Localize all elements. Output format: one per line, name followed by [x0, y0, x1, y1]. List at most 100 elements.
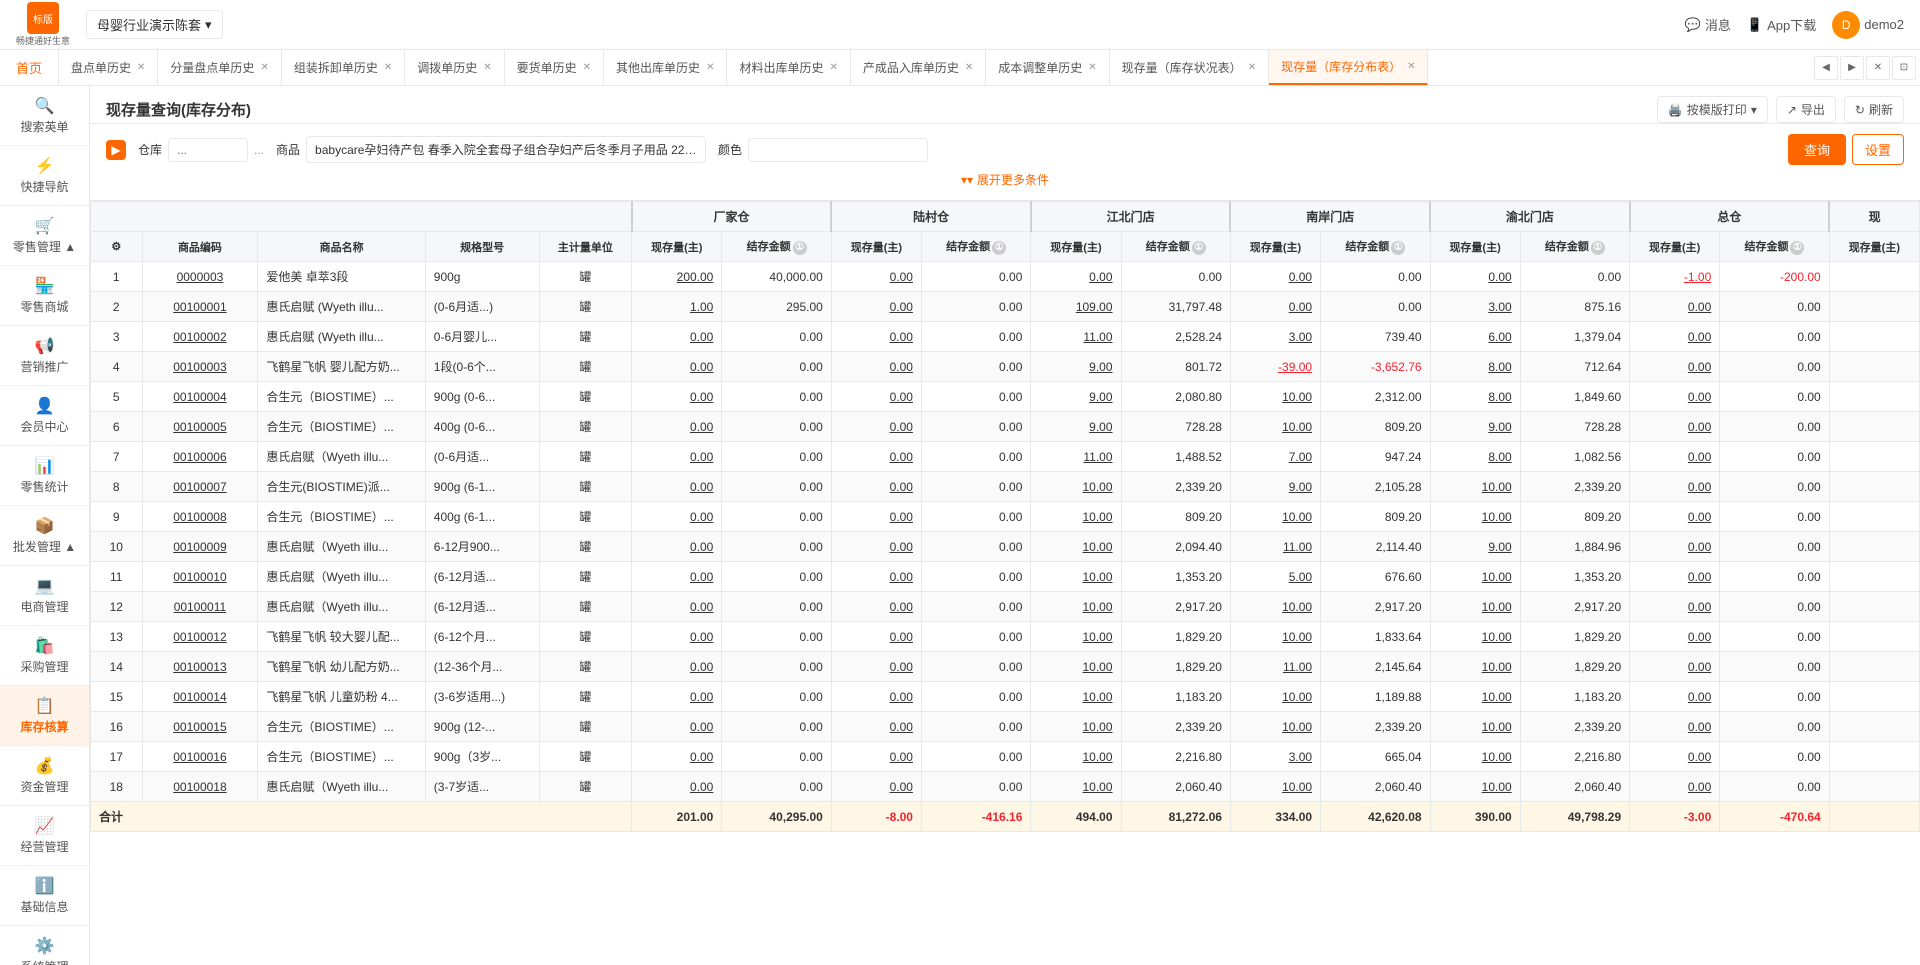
- tab-chanchengruku[interactable]: 产成品入库单历史 ✕: [851, 50, 986, 85]
- yubei-info-icon[interactable]: ①: [1591, 241, 1605, 255]
- row-no: 17: [91, 742, 143, 772]
- sidebar-item-members[interactable]: 👤 会员中心: [0, 386, 89, 446]
- tab-yaohuo[interactable]: 要货单历史 ✕: [505, 50, 604, 85]
- msg-btn[interactable]: 💬 消息: [1685, 15, 1731, 34]
- page-title: 现存量查询(库存分布): [106, 99, 251, 120]
- row-code: 00100015: [142, 712, 258, 742]
- tab-close-all-btn[interactable]: ✕: [1866, 56, 1890, 80]
- app-download-btn[interactable]: 📱 App下载: [1747, 15, 1816, 34]
- col-nanan-qty: 现存量(主): [1230, 232, 1320, 262]
- sidebar-item-wholesale[interactable]: 📦 批发管理 ▲: [0, 506, 89, 566]
- nanan-info-icon[interactable]: ①: [1391, 241, 1405, 255]
- col-name: 商品名称: [258, 232, 425, 262]
- refresh-btn[interactable]: ↻ 刷新: [1844, 96, 1904, 123]
- sidebar-item-basic-info[interactable]: ℹ️ 基础信息: [0, 866, 89, 926]
- tab-expand-btn[interactable]: ⊡: [1892, 56, 1916, 80]
- row-name: 惠氏启赋 (Wyeth illu...: [258, 292, 425, 322]
- tab-qtachu[interactable]: 其他出库单历史 ✕: [604, 50, 727, 85]
- sidebar-item-search[interactable]: 🔍 搜索英单: [0, 86, 89, 146]
- setting-btn[interactable]: 设置: [1852, 134, 1904, 165]
- footer-zongcang-qty: -3.00: [1630, 802, 1720, 832]
- tab-close-cailiaochuku[interactable]: ✕: [829, 62, 837, 73]
- industry-select[interactable]: 母婴行业演示陈套 ▾: [86, 10, 223, 39]
- filter-area: ▶ 仓库 ... 商品 babycare孕妇待产包 春季入院全套母子组合孕妇产后…: [90, 124, 1920, 201]
- tab-xiancunliang-status[interactable]: 现存量（库存状况表） ✕: [1110, 50, 1269, 85]
- tab-close-fenpandian[interactable]: ✕: [260, 62, 268, 73]
- tab-close-qtachu[interactable]: ✕: [706, 62, 714, 73]
- col-sub-header: ⚙ 商品编码 商品名称 规格型号 主计量单位 现存量(主) 结存金额① 现存量(…: [91, 232, 1920, 262]
- tab-close-pandian[interactable]: ✕: [137, 62, 145, 73]
- tab-close-chanchengruku[interactable]: ✕: [965, 62, 973, 73]
- lucun-info-icon[interactable]: ①: [992, 241, 1006, 255]
- tab-prev-btn[interactable]: ◀: [1814, 56, 1838, 80]
- finance-icon: 💰: [4, 756, 85, 776]
- table-row: 1800100018惠氏启赋（Wyeth illu...(3-7岁适...罐0.…: [91, 772, 1920, 802]
- expand-conditions-btn[interactable]: ▾▾ 展开更多条件: [961, 171, 1049, 188]
- export-btn[interactable]: ↗ 导出: [1776, 96, 1836, 123]
- tab-home[interactable]: 首页: [0, 50, 59, 85]
- sidebar-item-retail-mall[interactable]: 🏪 零售商城: [0, 266, 89, 326]
- row-value: 10.00: [1031, 592, 1121, 622]
- row-value: 0.00: [921, 592, 1030, 622]
- table-row: 600100005合生元（BIOSTIME）...400g (0-6...罐0.…: [91, 412, 1920, 442]
- row-value: 8.00: [1430, 352, 1520, 382]
- sidebar-item-quicknav[interactable]: ⚡ 快捷导航: [0, 146, 89, 206]
- row-value: 2,528.24: [1121, 322, 1230, 352]
- row-value: 676.60: [1321, 562, 1430, 592]
- tab-close-yaohuo[interactable]: ✕: [583, 62, 591, 73]
- row-value: 0.00: [921, 262, 1030, 292]
- tab-close-zuzhang[interactable]: ✕: [384, 62, 392, 73]
- print-btn[interactable]: 🖨️ 按模版打印 ▾: [1657, 96, 1768, 123]
- warehouse-input[interactable]: [168, 138, 248, 162]
- sidebar-item-ecommerce[interactable]: 💻 电商管理: [0, 566, 89, 626]
- row-value: 0.00: [632, 532, 722, 562]
- sidebar-item-purchase[interactable]: 🛍️ 采购管理: [0, 626, 89, 686]
- sidebar-item-marketing[interactable]: 📢 营销推广: [0, 326, 89, 386]
- sidebar-item-operations[interactable]: 📈 经营管理: [0, 806, 89, 866]
- tab-close-diaobo[interactable]: ✕: [483, 62, 491, 73]
- row-value: 0.00: [1630, 652, 1720, 682]
- col-group-header: 厂家仓 陆村仓 江北门店 南岸门店 渝北门店 总仓 现: [91, 202, 1920, 232]
- tab-xiancunliang-dist[interactable]: 现存量（库存分布表） ✕: [1269, 50, 1428, 85]
- row-value: 0.00: [831, 712, 921, 742]
- row-value: 0.00: [831, 292, 921, 322]
- filter-toggle-btn[interactable]: ▶: [106, 140, 126, 160]
- color-input[interactable]: [748, 138, 928, 162]
- col-no: ⚙: [91, 232, 143, 262]
- warehouse-dots[interactable]: ...: [254, 143, 264, 157]
- zongcang-info-icon[interactable]: ①: [1790, 241, 1804, 255]
- user-area[interactable]: D demo2: [1832, 11, 1904, 39]
- sidebar-item-finance[interactable]: 💰 资金管理: [0, 746, 89, 806]
- row-value: 0.00: [1720, 472, 1829, 502]
- row-value: 0.00: [921, 562, 1030, 592]
- changfeng-info-icon[interactable]: ①: [793, 241, 807, 255]
- tab-close-xiancun-status[interactable]: ✕: [1248, 62, 1256, 73]
- tab-fenpandian[interactable]: 分量盘点单历史 ✕: [158, 50, 281, 85]
- row-value: 0.00: [1321, 292, 1430, 322]
- row-value: 0.00: [1630, 592, 1720, 622]
- search-btn[interactable]: 查询: [1788, 134, 1846, 165]
- tab-zuzhang[interactable]: 组装拆卸单历史 ✕: [282, 50, 405, 85]
- col-spec: 规格型号: [425, 232, 539, 262]
- tab-pandian[interactable]: 盘点单历史 ✕: [59, 50, 158, 85]
- goods-input[interactable]: babycare孕妇待产包 春季入院全套母子组合孕妇产后冬季月子用品 22件套 …: [306, 136, 706, 163]
- sidebar-item-retail-mgmt[interactable]: 🛒 零售管理 ▲: [0, 206, 89, 266]
- tab-cailiaochuku[interactable]: 材料出库单历史 ✕: [727, 50, 850, 85]
- tab-close-chengtiao[interactable]: ✕: [1088, 62, 1096, 73]
- tab-diaobo[interactable]: 调拨单历史 ✕: [405, 50, 504, 85]
- tab-chengtiao[interactable]: 成本调整单历史 ✕: [986, 50, 1109, 85]
- row-value: 2,114.40: [1321, 532, 1430, 562]
- row-value: 1,849.60: [1520, 382, 1629, 412]
- sidebar-item-inventory[interactable]: 📋 库存核算: [0, 686, 89, 746]
- table-container[interactable]: 厂家仓 陆村仓 江北门店 南岸门店 渝北门店 总仓 现 ⚙ 商品编码 商品名称 …: [90, 201, 1920, 965]
- row-value: 10.00: [1031, 652, 1121, 682]
- sidebar-item-retail-stats[interactable]: 📊 零售统计: [0, 446, 89, 506]
- jiangbei-info-icon[interactable]: ①: [1192, 241, 1206, 255]
- tab-close-xiancun-dist[interactable]: ✕: [1407, 61, 1415, 72]
- row-value: 0.00: [1720, 682, 1829, 712]
- tab-next-btn[interactable]: ▶: [1840, 56, 1864, 80]
- sidebar-item-system[interactable]: ⚙️ 系统管理: [0, 926, 89, 965]
- avatar: D: [1832, 11, 1860, 39]
- table-row: 200100001惠氏启赋 (Wyeth illu...(0-6月适...)罐1…: [91, 292, 1920, 322]
- row-no: 12: [91, 592, 143, 622]
